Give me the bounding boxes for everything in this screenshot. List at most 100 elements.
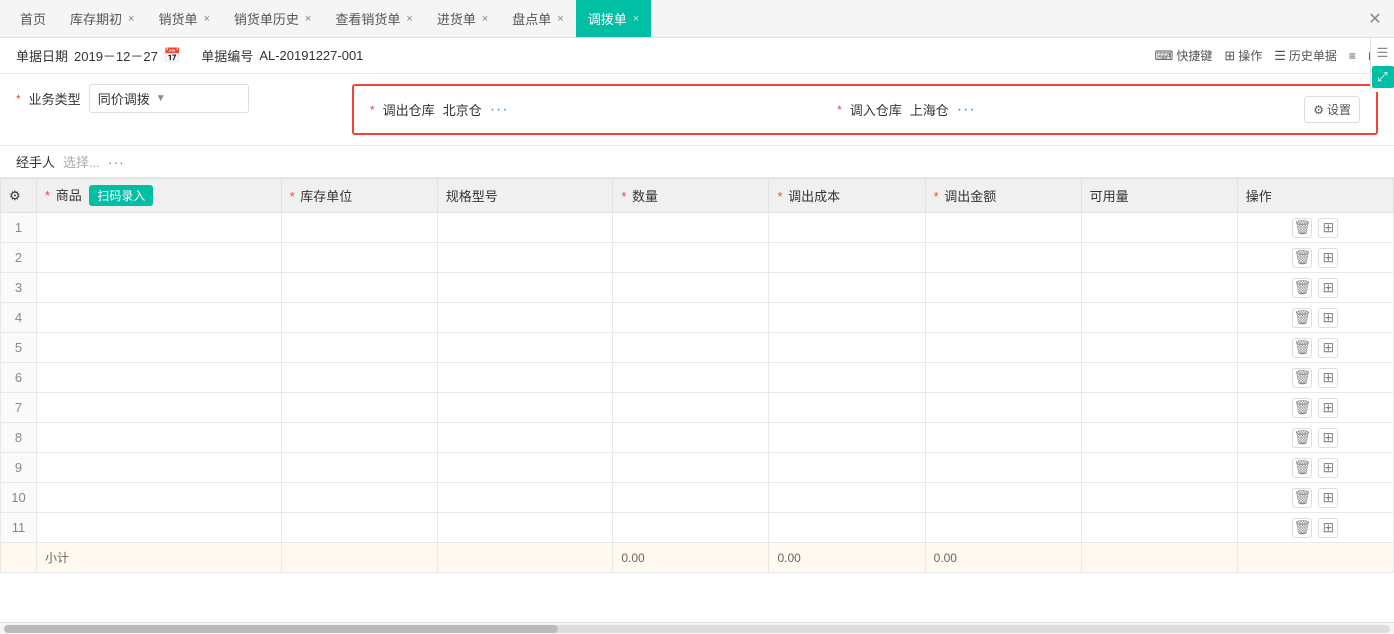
cell-r7-c2[interactable] <box>437 393 613 423</box>
cell-r4-c2[interactable] <box>437 303 613 333</box>
cell-r11-c1[interactable] <box>281 513 437 543</box>
cell-r2-c5[interactable] <box>925 243 1081 273</box>
cell-r5-c4[interactable] <box>769 333 925 363</box>
tab-inventory-init[interactable]: 库存期初× <box>58 0 146 37</box>
tab-close-sales-history[interactable]: × <box>305 13 311 25</box>
copy-btn-11[interactable]: ⊞ <box>1318 518 1338 538</box>
cell-r2-c2[interactable] <box>437 243 613 273</box>
copy-btn-7[interactable]: ⊞ <box>1318 398 1338 418</box>
operations-action[interactable]: ⊞ 操作 <box>1224 47 1262 64</box>
cell-r2-c3[interactable] <box>613 243 769 273</box>
cell-r5-c3[interactable] <box>613 333 769 363</box>
cell-r9-c2[interactable] <box>437 453 613 483</box>
cell-r1-c3[interactable] <box>613 213 769 243</box>
window-close-button[interactable]: ✕ <box>1364 8 1386 30</box>
cell-r6-c0[interactable] <box>37 363 282 393</box>
cell-r9-c6[interactable] <box>1081 453 1237 483</box>
cell-r4-c6[interactable] <box>1081 303 1237 333</box>
cell-r8-c0[interactable] <box>37 423 282 453</box>
transfer-out-more-btn[interactable]: ··· <box>490 101 509 119</box>
cell-r5-c1[interactable] <box>281 333 437 363</box>
cell-r7-c5[interactable] <box>925 393 1081 423</box>
cell-r6-c4[interactable] <box>769 363 925 393</box>
settings-button[interactable]: ⚙ 设置 <box>1304 96 1360 123</box>
tab-purchase-order[interactable]: 进货单× <box>425 0 500 37</box>
cell-r11-c4[interactable] <box>769 513 925 543</box>
cell-r7-c4[interactable] <box>769 393 925 423</box>
col-header-gear[interactable]: ⚙ <box>1 179 37 213</box>
cell-r9-c5[interactable] <box>925 453 1081 483</box>
cell-r8-c4[interactable] <box>769 423 925 453</box>
person-more-btn[interactable]: ··· <box>108 154 125 170</box>
cell-r10-c3[interactable] <box>613 483 769 513</box>
date-value[interactable]: 2019－12－27 <box>74 46 158 65</box>
tab-close-sales-order[interactable]: × <box>203 13 209 25</box>
history-action[interactable]: ☰ 历史单据 <box>1274 47 1337 64</box>
cell-r11-c6[interactable] <box>1081 513 1237 543</box>
cell-r8-c5[interactable] <box>925 423 1081 453</box>
copy-btn-2[interactable]: ⊞ <box>1318 248 1338 268</box>
table-gear-icon[interactable]: ⚙ <box>9 188 21 203</box>
cell-r3-c6[interactable] <box>1081 273 1237 303</box>
transfer-in-value[interactable]: 上海仓 <box>910 100 949 119</box>
cell-r9-c1[interactable] <box>281 453 437 483</box>
copy-btn-3[interactable]: ⊞ <box>1318 278 1338 298</box>
cell-r4-c3[interactable] <box>613 303 769 333</box>
copy-btn-4[interactable]: ⊞ <box>1318 308 1338 328</box>
copy-btn-8[interactable]: ⊞ <box>1318 428 1338 448</box>
cell-r2-c6[interactable] <box>1081 243 1237 273</box>
copy-btn-10[interactable]: ⊞ <box>1318 488 1338 508</box>
tab-close-purchase-order[interactable]: × <box>482 13 488 25</box>
delete-btn-9[interactable]: 🗑 <box>1292 458 1312 478</box>
cell-r9-c4[interactable] <box>769 453 925 483</box>
cell-r3-c5[interactable] <box>925 273 1081 303</box>
tab-close-inventory-init[interactable]: × <box>128 13 134 25</box>
copy-btn-6[interactable]: ⊞ <box>1318 368 1338 388</box>
cell-r6-c2[interactable] <box>437 363 613 393</box>
tab-transfer-order[interactable]: 调拨单× <box>576 0 651 37</box>
calendar-icon[interactable]: 📅 <box>164 47 181 64</box>
cell-r3-c4[interactable] <box>769 273 925 303</box>
cell-r4-c1[interactable] <box>281 303 437 333</box>
scan-entry-button[interactable]: 扫码录入 <box>89 185 153 206</box>
sidebar-expand-icon[interactable]: ⤢ <box>1372 66 1394 88</box>
layout-list-action[interactable]: ≡ <box>1349 49 1356 63</box>
cell-r6-c3[interactable] <box>613 363 769 393</box>
cell-r8-c3[interactable] <box>613 423 769 453</box>
person-select[interactable]: 选择... <box>63 152 100 171</box>
cell-r1-c0[interactable] <box>37 213 282 243</box>
delete-btn-3[interactable]: 🗑 <box>1292 278 1312 298</box>
cell-r5-c5[interactable] <box>925 333 1081 363</box>
delete-btn-8[interactable]: 🗑 <box>1292 428 1312 448</box>
tab-close-view-sales[interactable]: × <box>406 13 412 25</box>
cell-r4-c5[interactable] <box>925 303 1081 333</box>
transfer-out-value[interactable]: 北京仓 <box>443 100 482 119</box>
cell-r7-c1[interactable] <box>281 393 437 423</box>
cell-r10-c5[interactable] <box>925 483 1081 513</box>
cell-r2-c1[interactable] <box>281 243 437 273</box>
copy-btn-1[interactable]: ⊞ <box>1318 218 1338 238</box>
cell-r9-c3[interactable] <box>613 453 769 483</box>
cell-r5-c0[interactable] <box>37 333 282 363</box>
tab-close-transfer-order[interactable]: × <box>633 13 639 25</box>
cell-r11-c3[interactable] <box>613 513 769 543</box>
transfer-in-more-btn[interactable]: ··· <box>957 101 976 119</box>
cell-r6-c1[interactable] <box>281 363 437 393</box>
cell-r7-c6[interactable] <box>1081 393 1237 423</box>
cell-r11-c5[interactable] <box>925 513 1081 543</box>
cell-r10-c6[interactable] <box>1081 483 1237 513</box>
delete-btn-4[interactable]: 🗑 <box>1292 308 1312 328</box>
cell-r8-c1[interactable] <box>281 423 437 453</box>
tab-view-sales[interactable]: 查看销货单× <box>323 0 424 37</box>
cell-r3-c2[interactable] <box>437 273 613 303</box>
cell-r1-c6[interactable] <box>1081 213 1237 243</box>
cell-r1-c5[interactable] <box>925 213 1081 243</box>
cell-r10-c1[interactable] <box>281 483 437 513</box>
cell-r8-c2[interactable] <box>437 423 613 453</box>
tab-sales-history[interactable]: 销货单历史× <box>222 0 323 37</box>
cell-r7-c0[interactable] <box>37 393 282 423</box>
tab-inventory-check[interactable]: 盘点单× <box>500 0 575 37</box>
cell-r7-c3[interactable] <box>613 393 769 423</box>
delete-btn-6[interactable]: 🗑 <box>1292 368 1312 388</box>
delete-btn-2[interactable]: 🗑 <box>1292 248 1312 268</box>
